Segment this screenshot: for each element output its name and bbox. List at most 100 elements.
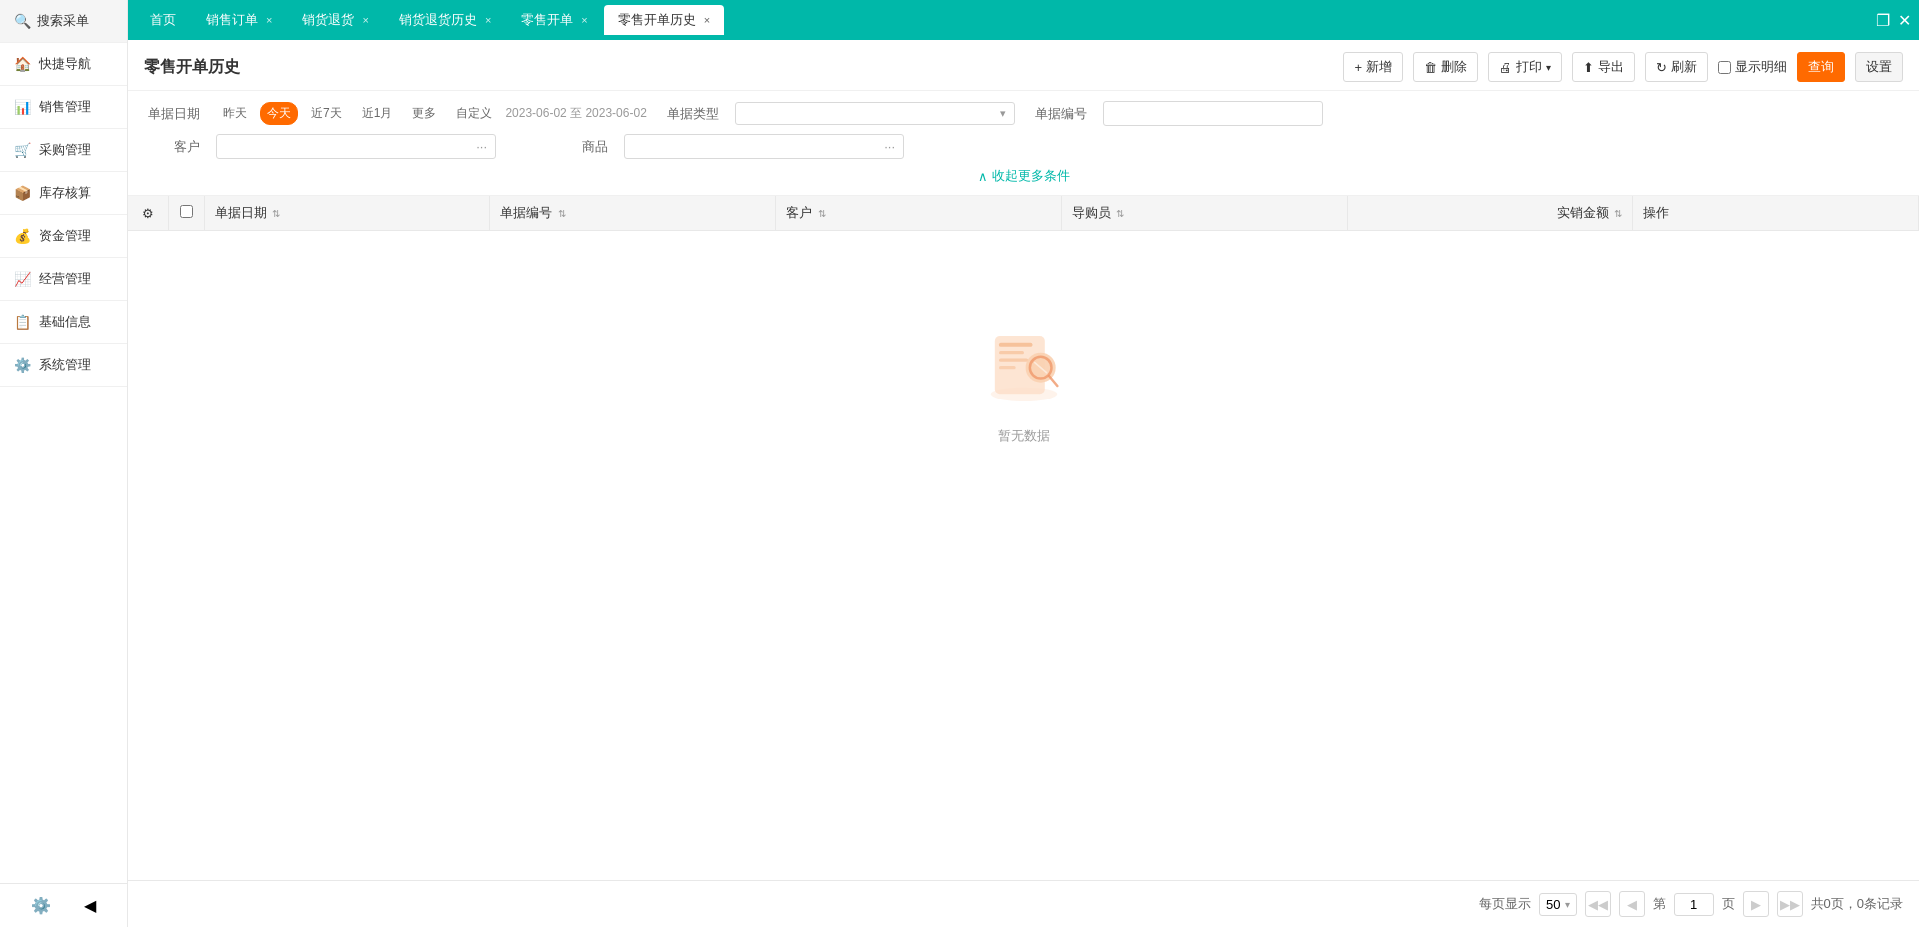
sort-date-icon[interactable]: ⇅ (272, 208, 280, 219)
date-label: 单据日期 (144, 105, 200, 123)
sidebar-item-basic-info[interactable]: 📋 基础信息 (0, 301, 127, 344)
delete-button[interactable]: 🗑 删除 (1413, 52, 1478, 82)
date-btn-more[interactable]: 更多 (405, 102, 443, 125)
date-btn-7days[interactable]: 近7天 (304, 102, 349, 125)
sidebar-item-quick-nav[interactable]: 🏠 快捷导航 (0, 43, 127, 86)
customer-input[interactable]: ··· (216, 134, 496, 159)
sidebar-settings-icon[interactable]: ⚙️ (31, 896, 51, 915)
goods-label: 商品 (552, 138, 608, 156)
export-label: 导出 (1598, 58, 1624, 76)
next-page-button[interactable]: ▶ (1743, 891, 1769, 917)
sidebar-item-finance[interactable]: 💰 资金管理 (0, 215, 127, 258)
export-button[interactable]: ⬆ 导出 (1572, 52, 1635, 82)
first-page-button[interactable]: ◀◀ (1585, 891, 1611, 917)
sidebar-search[interactable]: 🔍 搜索采单 (0, 0, 127, 43)
tab-retail-open-close[interactable]: × (581, 14, 587, 26)
display-detail-checkbox[interactable] (1718, 61, 1731, 74)
settings-label: 设置 (1866, 58, 1892, 76)
select-all-checkbox[interactable] (180, 205, 193, 218)
tab-sales-order[interactable]: 销售订单 × (192, 5, 286, 35)
page-label: 第 (1653, 895, 1666, 913)
svg-rect-4 (999, 359, 1028, 362)
col-date-label: 单据日期 (215, 205, 267, 220)
table-settings-icon[interactable]: ⚙ (142, 206, 154, 221)
col-customer[interactable]: 客户 ⇅ (776, 196, 1062, 231)
close-icon[interactable]: ✕ (1898, 11, 1911, 30)
sidebar-item-label: 快捷导航 (39, 55, 91, 73)
data-table: ⚙ 单据日期 ⇅ 单据编号 ⇅ (128, 196, 1919, 231)
date-btn-custom[interactable]: 自定义 (449, 102, 499, 125)
operations-icon: 📈 (14, 271, 31, 287)
add-label: 新增 (1366, 58, 1392, 76)
delete-label: 删除 (1441, 58, 1467, 76)
query-button[interactable]: 查询 (1797, 52, 1845, 82)
sort-customer-icon[interactable]: ⇅ (818, 208, 826, 219)
sidebar-item-label: 资金管理 (39, 227, 91, 245)
sidebar-item-label: 系统管理 (39, 356, 91, 374)
add-icon: + (1354, 60, 1362, 75)
order-type-select[interactable]: ▾ (735, 102, 1015, 125)
print-button[interactable]: 🖨 打印 ▾ (1488, 52, 1562, 82)
print-label: 打印 (1516, 58, 1542, 76)
sidebar-item-inventory[interactable]: 📦 库存核算 (0, 172, 127, 215)
sidebar-item-sales-mgmt[interactable]: 📊 销售管理 (0, 86, 127, 129)
restore-icon[interactable]: ❐ (1876, 11, 1890, 30)
tab-home[interactable]: 首页 (136, 5, 190, 35)
add-button[interactable]: + 新增 (1343, 52, 1403, 82)
sidebar-item-purchase-mgmt[interactable]: 🛒 采购管理 (0, 129, 127, 172)
col-amount[interactable]: 实销金额 ⇅ (1347, 196, 1633, 231)
col-checkbox[interactable] (168, 196, 204, 231)
table-wrapper: ⚙ 单据日期 ⇅ 单据编号 ⇅ (128, 196, 1919, 880)
main-area: 首页 销售订单 × 销货退货 × 销货退货历史 × 零售开单 × 零售开单历史 … (128, 0, 1919, 927)
refresh-label: 刷新 (1671, 58, 1697, 76)
tab-sales-return-close[interactable]: × (362, 14, 368, 26)
table-header-row: ⚙ 单据日期 ⇅ 单据编号 ⇅ (128, 196, 1919, 231)
page-input[interactable] (1674, 893, 1714, 916)
customer-label: 客户 (144, 138, 200, 156)
empty-text: 暂无数据 (998, 427, 1050, 445)
date-btn-yesterday[interactable]: 昨天 (216, 102, 254, 125)
customer-dots-icon[interactable]: ··· (476, 139, 487, 154)
tab-sales-return-history-close[interactable]: × (485, 14, 491, 26)
per-page-select[interactable]: 50 ▾ (1539, 893, 1576, 916)
col-no[interactable]: 单据编号 ⇅ (490, 196, 776, 231)
sidebar-item-system[interactable]: ⚙️ 系统管理 (0, 344, 127, 387)
first-page-icon: ◀◀ (1588, 897, 1608, 912)
sidebar-item-operations[interactable]: 📈 经营管理 (0, 258, 127, 301)
order-no-input[interactable] (1103, 101, 1323, 126)
col-date[interactable]: 单据日期 ⇅ (204, 196, 490, 231)
collapse-icon: ∧ (978, 169, 988, 184)
tab-bar: 首页 销售订单 × 销货退货 × 销货退货历史 × 零售开单 × 零售开单历史 … (128, 0, 1919, 40)
collapse-row[interactable]: ∧ 收起更多条件 (144, 167, 1903, 185)
tab-retail-open-history[interactable]: 零售开单历史 × (604, 5, 724, 35)
filter-row-1: 单据日期 昨天 今天 近7天 近1月 更多 自定义 2023-06-02 至 2… (144, 101, 1903, 126)
tab-retail-open-history-close[interactable]: × (704, 14, 710, 26)
refresh-button[interactable]: ↻ 刷新 (1645, 52, 1708, 82)
sidebar-collapse-icon[interactable]: ◀ (84, 896, 96, 915)
col-guide[interactable]: 导购员 ⇅ (1061, 196, 1347, 231)
date-btn-today[interactable]: 今天 (260, 102, 298, 125)
tab-sales-return[interactable]: 销货退货 × (288, 5, 382, 35)
col-settings[interactable]: ⚙ (128, 196, 168, 231)
tab-sales-return-history[interactable]: 销货退货历史 × (385, 5, 505, 35)
tab-sales-order-close[interactable]: × (266, 14, 272, 26)
prev-page-button[interactable]: ◀ (1619, 891, 1645, 917)
refresh-icon: ↻ (1656, 60, 1667, 75)
col-action: 操作 (1633, 196, 1919, 231)
settings-button[interactable]: 设置 (1855, 52, 1903, 82)
tab-home-label: 首页 (150, 11, 176, 29)
tab-retail-open[interactable]: 零售开单 × (507, 5, 601, 35)
last-page-button[interactable]: ▶▶ (1777, 891, 1803, 917)
goods-input[interactable]: ··· (624, 134, 904, 159)
sort-amount-icon[interactable]: ⇅ (1614, 208, 1622, 219)
sort-guide-icon[interactable]: ⇅ (1116, 208, 1124, 219)
filter-date-group: 昨天 今天 近7天 近1月 更多 自定义 2023-06-02 至 2023-0… (216, 102, 647, 125)
sort-no-icon[interactable]: ⇅ (558, 208, 566, 219)
date-btn-1month[interactable]: 近1月 (355, 102, 400, 125)
export-icon: ⬆ (1583, 60, 1594, 75)
goods-dots-icon[interactable]: ··· (884, 139, 895, 154)
tab-sales-return-history-label: 销货退货历史 (399, 11, 477, 29)
next-page-icon: ▶ (1751, 897, 1761, 912)
svg-rect-5 (999, 366, 1016, 369)
sidebar: 🔍 搜索采单 🏠 快捷导航 📊 销售管理 🛒 采购管理 📦 库存核算 💰 资金管… (0, 0, 128, 927)
